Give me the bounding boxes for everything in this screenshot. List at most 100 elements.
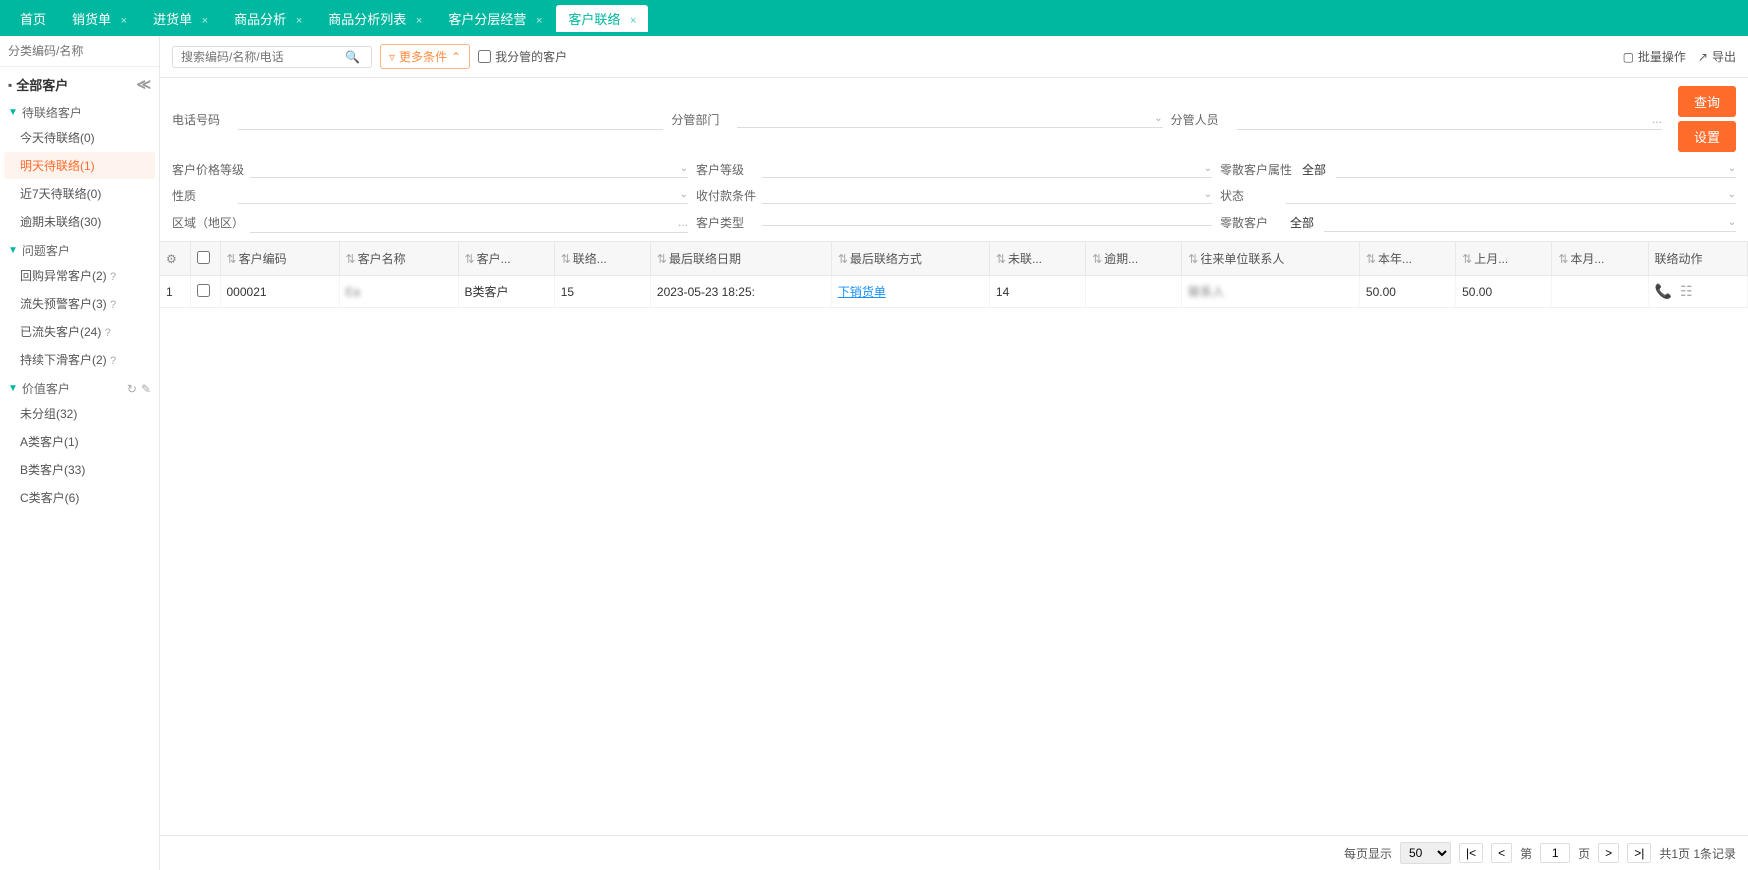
price-level-label: 客户价格等级 [172, 161, 244, 178]
th-last-date[interactable]: ⇅最后联络日期 [650, 242, 831, 276]
td-contact-person: 联系人 [1182, 276, 1360, 308]
chevron-up-icon: ⌃ [451, 50, 461, 64]
nav-customer-tier[interactable]: 客户分层经营 × [436, 5, 554, 32]
close-icon[interactable]: × [416, 15, 422, 27]
sidebar-item-tomorrow[interactable]: 明天待联络(1) [4, 152, 155, 179]
page-suffix: 页 [1578, 845, 1590, 862]
th-no-contact[interactable]: ⇅未联... [989, 242, 1085, 276]
nav-analysis-table[interactable]: 商品分析列表 × [316, 5, 434, 32]
last-page-btn[interactable]: >| [1627, 843, 1651, 863]
th-overdue[interactable]: ⇅逾期... [1086, 242, 1182, 276]
retail-attr-select[interactable]: ⌄ [1336, 160, 1736, 178]
td-num: 1 [160, 276, 190, 308]
sidebar-item-declining[interactable]: 持续下滑客户(2) ? [4, 346, 155, 373]
sidebar-item-b-class[interactable]: B类客户(33) [4, 456, 155, 483]
th-last-method[interactable]: ⇅最后联络方式 [831, 242, 989, 276]
dept-select[interactable]: ⌄ [737, 110, 1162, 128]
filter-more-btn[interactable]: ▿ 更多条件 ⌃ [380, 44, 470, 69]
td-code: 000021 [220, 276, 339, 308]
close-icon[interactable]: × [296, 15, 302, 27]
gender-select[interactable]: ⌄ [238, 186, 688, 204]
td-action: 📞 ☷ [1648, 276, 1747, 308]
close-icon[interactable]: × [536, 15, 542, 27]
next-page-btn[interactable]: > [1598, 843, 1619, 863]
sidebar: 🔍 ▪ 全部客户 ≪ ▼ 待联络客户 今天待联络(0) 明天待联络(1) 近7天… [0, 36, 160, 870]
nav-home[interactable]: 首页 [8, 5, 58, 32]
status-select[interactable]: ⌄ [1286, 186, 1736, 204]
nav-analysis[interactable]: 商品分析 × [222, 5, 314, 32]
chevron-down-icon: ⌄ [1728, 163, 1736, 174]
first-page-btn[interactable]: |< [1459, 843, 1483, 863]
payment-select[interactable]: ⌄ [762, 186, 1212, 204]
sidebar-item-overdue[interactable]: 逾期未联络(30) [4, 208, 155, 235]
th-name[interactable]: ⇅客户名称 [339, 242, 458, 276]
close-icon[interactable]: × [630, 15, 636, 27]
customer-type-select[interactable] [762, 219, 1212, 226]
toolbar-right: ▢ 批量操作 ↗ 导出 [1623, 48, 1736, 65]
sidebar-search-input[interactable] [8, 44, 160, 58]
per-page-select[interactable]: 50 100 200 [1400, 842, 1451, 864]
phone-action-icon[interactable]: 📞 [1655, 283, 1672, 300]
refresh-icon[interactable]: ↻ [127, 382, 137, 396]
query-button[interactable]: 查询 [1678, 86, 1736, 117]
last-method-link[interactable]: 下销货单 [838, 285, 886, 299]
nav-customer-contact[interactable]: 客户联络 × [556, 5, 648, 32]
th-checkbox[interactable] [190, 242, 220, 276]
top-nav: 首页 销货单 × 进货单 × 商品分析 × 商品分析列表 × 客户分层经营 × … [0, 0, 1748, 36]
col-sort-icon: ⇅ [996, 252, 1006, 266]
retail-select[interactable]: ⌄ [1324, 214, 1736, 232]
edit-icon[interactable]: ✎ [141, 382, 151, 396]
export-btn[interactable]: ↗ 导出 [1698, 48, 1736, 65]
batch-op-btn[interactable]: ▢ 批量操作 [1623, 48, 1686, 65]
close-icon[interactable]: × [121, 15, 127, 27]
sidebar-item-week[interactable]: 近7天待联络(0) [4, 180, 155, 207]
th-contact[interactable]: ⇅联络... [554, 242, 650, 276]
sidebar-all-customers[interactable]: ▪ 全部客户 ≪ [0, 67, 159, 98]
nav-purchase[interactable]: 进货单 × [141, 5, 220, 32]
th-gear[interactable]: ⚙ [160, 242, 190, 276]
region-label: 区域（地区） [172, 214, 244, 231]
td-last-method[interactable]: 下销货单 [831, 276, 989, 308]
th-type[interactable]: ⇅客户... [458, 242, 554, 276]
row-checkbox[interactable] [197, 284, 210, 297]
search-icon[interactable]: 🔍 [345, 50, 360, 64]
td-checkbox[interactable] [190, 276, 220, 308]
phone-input[interactable] [238, 109, 663, 130]
region-select[interactable]: ... [250, 212, 688, 233]
td-name[interactable]: Ea [339, 276, 458, 308]
sidebar-item-lost[interactable]: 流失预警客户(3) ? [4, 290, 155, 317]
set-button[interactable]: 设置 [1678, 121, 1736, 152]
sidebar-item-today[interactable]: 今天待联络(0) [4, 124, 155, 151]
sidebar-item-repeat-abnormal[interactable]: 回购异常客户(2) ? [4, 262, 155, 289]
sidebar-item-unclassified[interactable]: 未分组(32) [4, 400, 155, 427]
sidebar-item-a-class[interactable]: A类客户(1) [4, 428, 155, 455]
customer-level-select[interactable]: ⌄ [762, 160, 1212, 178]
th-year[interactable]: ⇅本年... [1359, 242, 1455, 276]
sidebar-item-c-class[interactable]: C类客户(6) [4, 484, 155, 511]
nav-sales[interactable]: 销货单 × [60, 5, 139, 32]
my-customer-checkbox[interactable]: 我分管的客户 [478, 48, 567, 65]
person-label: 分管人员 [1171, 111, 1231, 128]
th-this-month[interactable]: ⇅本月... [1552, 242, 1648, 276]
grid-action-icon[interactable]: ☷ [1680, 283, 1693, 300]
sidebar-group-pending: ▼ 待联络客户 [0, 98, 159, 123]
dots-icon: ... [1652, 112, 1662, 126]
th-last-month[interactable]: ⇅上月... [1456, 242, 1552, 276]
triangle-icon: ▼ [8, 107, 18, 118]
table-area: ⚙ ⇅客户编码 ⇅客户名称 ⇅客户... ⇅联络... [160, 242, 1748, 835]
prev-page-btn[interactable]: < [1491, 843, 1512, 863]
th-contact-person[interactable]: ⇅往来单位联系人 [1182, 242, 1360, 276]
price-level-select[interactable]: ⌄ [250, 160, 688, 178]
select-all-checkbox[interactable] [197, 251, 210, 264]
td-last-month: 50.00 [1456, 276, 1552, 308]
my-customer-check-input[interactable] [478, 50, 491, 63]
sidebar-item-churned[interactable]: 已流失客户(24) ? [4, 318, 155, 345]
page-input[interactable] [1540, 843, 1570, 863]
th-code[interactable]: ⇅客户编码 [220, 242, 339, 276]
close-icon[interactable]: × [202, 15, 208, 27]
col-sort-icon: ⇅ [657, 252, 667, 266]
dots-icon: ... [678, 215, 688, 229]
person-select[interactable]: ... [1237, 109, 1662, 130]
collapse-icon[interactable]: ≪ [136, 76, 151, 93]
search-input[interactable] [181, 50, 341, 64]
